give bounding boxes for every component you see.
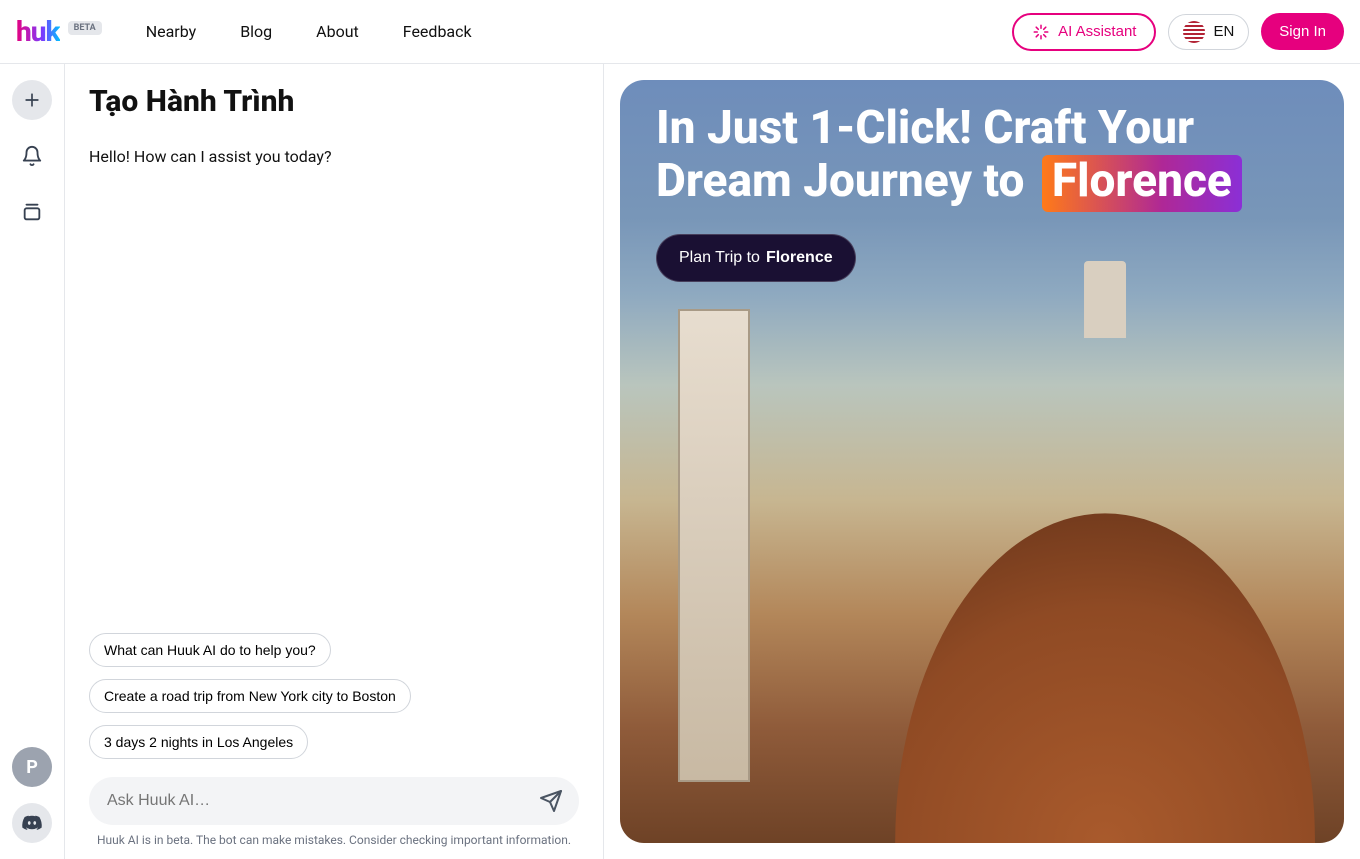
logo[interactable]: huk BETA (16, 15, 102, 48)
left-rail: P (0, 64, 64, 859)
hero-card: In Just 1-Click! Craft Your Dream Journe… (620, 80, 1344, 843)
collections-button[interactable] (12, 192, 52, 232)
hero-illustration-tower (678, 309, 750, 782)
hero-headline: In Just 1-Click! Craft Your Dream Journe… (656, 102, 1308, 212)
notifications-button[interactable] (12, 136, 52, 176)
sign-in-button[interactable]: Sign In (1261, 13, 1344, 50)
beta-badge: BETA (68, 21, 102, 35)
nav-nearby[interactable]: Nearby (146, 22, 197, 41)
stack-icon (21, 201, 43, 223)
hero-illustration-dome (895, 294, 1315, 843)
suggestion-chip[interactable]: What can Huuk AI do to help you? (89, 633, 331, 667)
nav-blog[interactable]: Blog (240, 22, 272, 41)
chat-panel: Tạo Hành Trình Hello! How can I assist y… (64, 64, 604, 859)
sparkle-icon (1032, 23, 1050, 41)
plus-icon (22, 90, 42, 110)
language-code: EN (1213, 23, 1234, 40)
chat-title: Tạo Hành Trình (89, 84, 579, 119)
plan-trip-destination: Florence (766, 249, 833, 267)
plan-trip-prefix: Plan Trip to (679, 249, 760, 267)
ai-assistant-label: AI Assistant (1058, 23, 1136, 40)
header-right: AI Assistant EN Sign In (1012, 13, 1344, 51)
chat-greeting: Hello! How can I assist you today? (89, 147, 579, 166)
flag-us-icon (1183, 21, 1205, 43)
main-nav: Nearby Blog About Feedback (146, 22, 472, 41)
suggestion-chip[interactable]: Create a road trip from New York city to… (89, 679, 411, 713)
language-button[interactable]: EN (1168, 14, 1249, 50)
discord-icon (21, 812, 43, 834)
hero-panel: In Just 1-Click! Craft Your Dream Journe… (604, 64, 1360, 859)
hero-destination: Florence (1042, 155, 1242, 212)
bell-icon (21, 145, 43, 167)
chat-input[interactable] (107, 792, 535, 810)
profile-avatar[interactable]: P (12, 747, 52, 787)
chat-disclaimer: Huuk AI is in beta. The bot can make mis… (89, 833, 579, 847)
header: huk BETA Nearby Blog About Feedback AI A… (0, 0, 1360, 64)
send-button[interactable] (535, 785, 567, 817)
nav-about[interactable]: About (316, 22, 359, 41)
suggestion-chip[interactable]: 3 days 2 nights in Los Angeles (89, 725, 308, 759)
suggestion-list: What can Huuk AI do to help you? Create … (89, 633, 579, 759)
new-chat-button[interactable] (12, 80, 52, 120)
plan-trip-button[interactable]: Plan Trip to Florence (656, 234, 856, 282)
chat-input-row (89, 777, 579, 825)
logo-text: huk (16, 15, 60, 48)
hero-content: In Just 1-Click! Craft Your Dream Journe… (656, 102, 1308, 282)
discord-button[interactable] (12, 803, 52, 843)
ai-assistant-button[interactable]: AI Assistant (1012, 13, 1156, 51)
send-icon (539, 789, 563, 813)
main-area: P Tạo Hành Trình Hello! How can I assist… (0, 64, 1360, 859)
nav-feedback[interactable]: Feedback (403, 22, 472, 41)
